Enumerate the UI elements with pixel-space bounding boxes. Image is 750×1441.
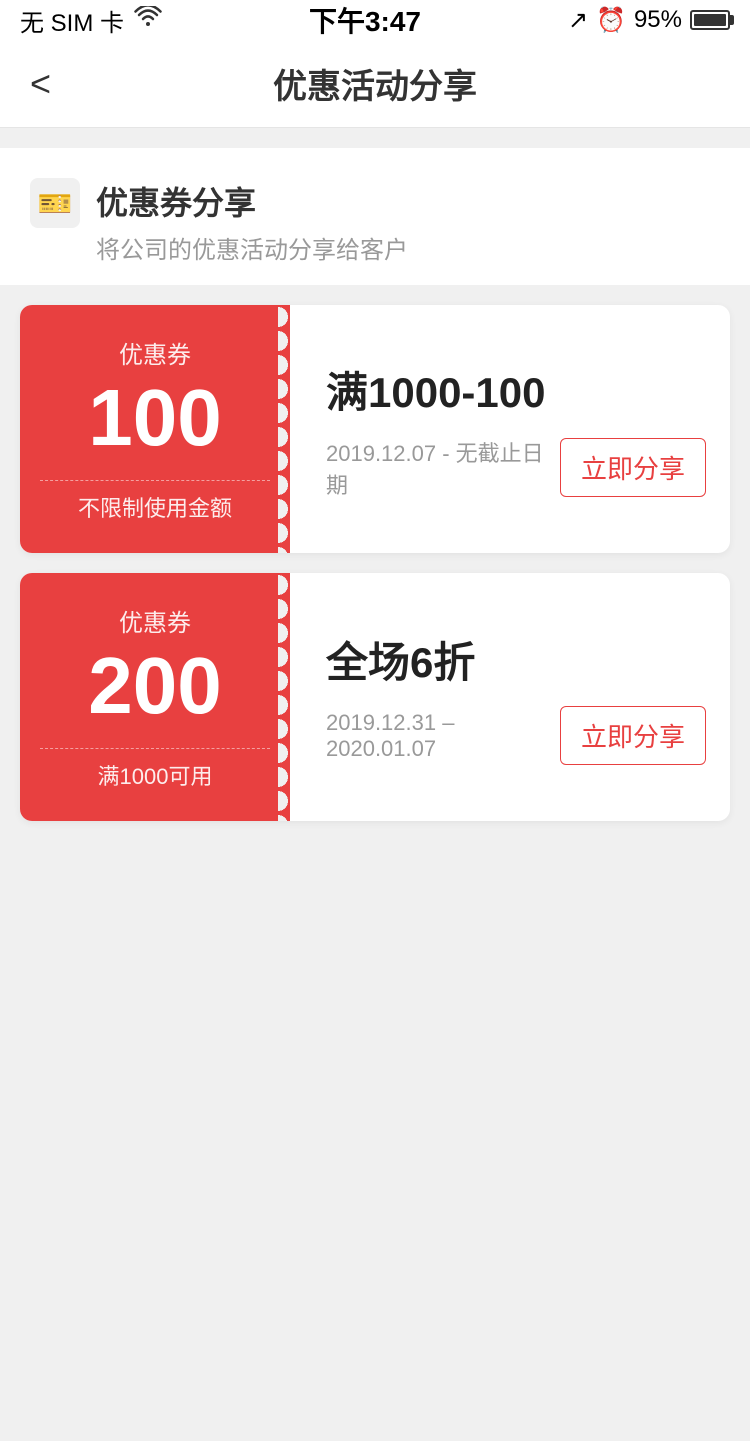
alarm-icon: ⏰ xyxy=(596,6,626,35)
coupon-list: 优惠券 100 不限制使用金额 满1000-100 2019.12.07 - 无… xyxy=(0,305,750,821)
section-title: 优惠券分享 xyxy=(96,178,408,224)
page-title: 优惠活动分享 xyxy=(273,59,477,108)
coupon-card-2: 优惠券 200 满1000可用 全场6折 2019.12.31 – 2020.0… xyxy=(20,573,730,821)
coupon-label-2: 优惠券 xyxy=(119,603,191,638)
coupon-condition-2: 满1000可用 xyxy=(98,759,213,791)
coupon-label-1: 优惠券 xyxy=(119,335,191,370)
section-icon: 🎫 xyxy=(30,178,80,228)
status-right: ↗ ⏰ 95% xyxy=(568,6,730,35)
section-text: 优惠券分享 将公司的优惠活动分享给客户 xyxy=(96,178,408,265)
status-left: 无 SIM 卡 xyxy=(20,3,162,38)
coupon-amount-2: 200 xyxy=(88,646,221,726)
empty-space xyxy=(0,841,750,1441)
back-button[interactable]: < xyxy=(30,63,51,105)
coupon-condition-1: 不限制使用金额 xyxy=(78,491,232,523)
wifi-icon xyxy=(134,6,162,35)
coupon-card-1: 优惠券 100 不限制使用金额 满1000-100 2019.12.07 - 无… xyxy=(20,305,730,553)
coupon-date-1: 2019.12.07 - 无截止日期 xyxy=(326,436,550,500)
coupon-bottom-row-2: 2019.12.31 – 2020.01.07 立即分享 xyxy=(326,706,706,765)
coupon-right-2: 全场6折 2019.12.31 – 2020.01.07 立即分享 xyxy=(290,573,730,821)
coupon-right-1: 满1000-100 2019.12.07 - 无截止日期 立即分享 xyxy=(290,305,730,553)
status-bar: 无 SIM 卡 下午3:47 ↗ ⏰ 95% xyxy=(0,0,750,40)
coupon-divider-2 xyxy=(40,748,270,749)
coupon-name-2: 全场6折 xyxy=(326,629,706,690)
carrier-text: 无 SIM 卡 xyxy=(20,3,124,38)
coupon-left-2: 优惠券 200 满1000可用 xyxy=(20,573,290,821)
share-button-1[interactable]: 立即分享 xyxy=(560,438,706,497)
coupon-bottom-row-1: 2019.12.07 - 无截止日期 立即分享 xyxy=(326,436,706,500)
coupon-date-2: 2019.12.31 – 2020.01.07 xyxy=(326,710,550,762)
coupon-left-1: 优惠券 100 不限制使用金额 xyxy=(20,305,290,553)
time-display: 下午3:47 xyxy=(309,0,421,40)
section-header: 🎫 优惠券分享 将公司的优惠活动分享给客户 xyxy=(0,148,750,285)
section-desc: 将公司的优惠活动分享给客户 xyxy=(96,230,408,265)
battery-icon xyxy=(690,10,730,30)
nav-bar: < 优惠活动分享 xyxy=(0,40,750,128)
coupon-amount-1: 100 xyxy=(88,378,221,458)
battery-percent: 95% xyxy=(634,6,682,34)
coupon-divider-1 xyxy=(40,480,270,481)
location-icon: ↗ xyxy=(568,6,588,35)
share-button-2[interactable]: 立即分享 xyxy=(560,706,706,765)
coupon-name-1: 满1000-100 xyxy=(326,359,706,420)
